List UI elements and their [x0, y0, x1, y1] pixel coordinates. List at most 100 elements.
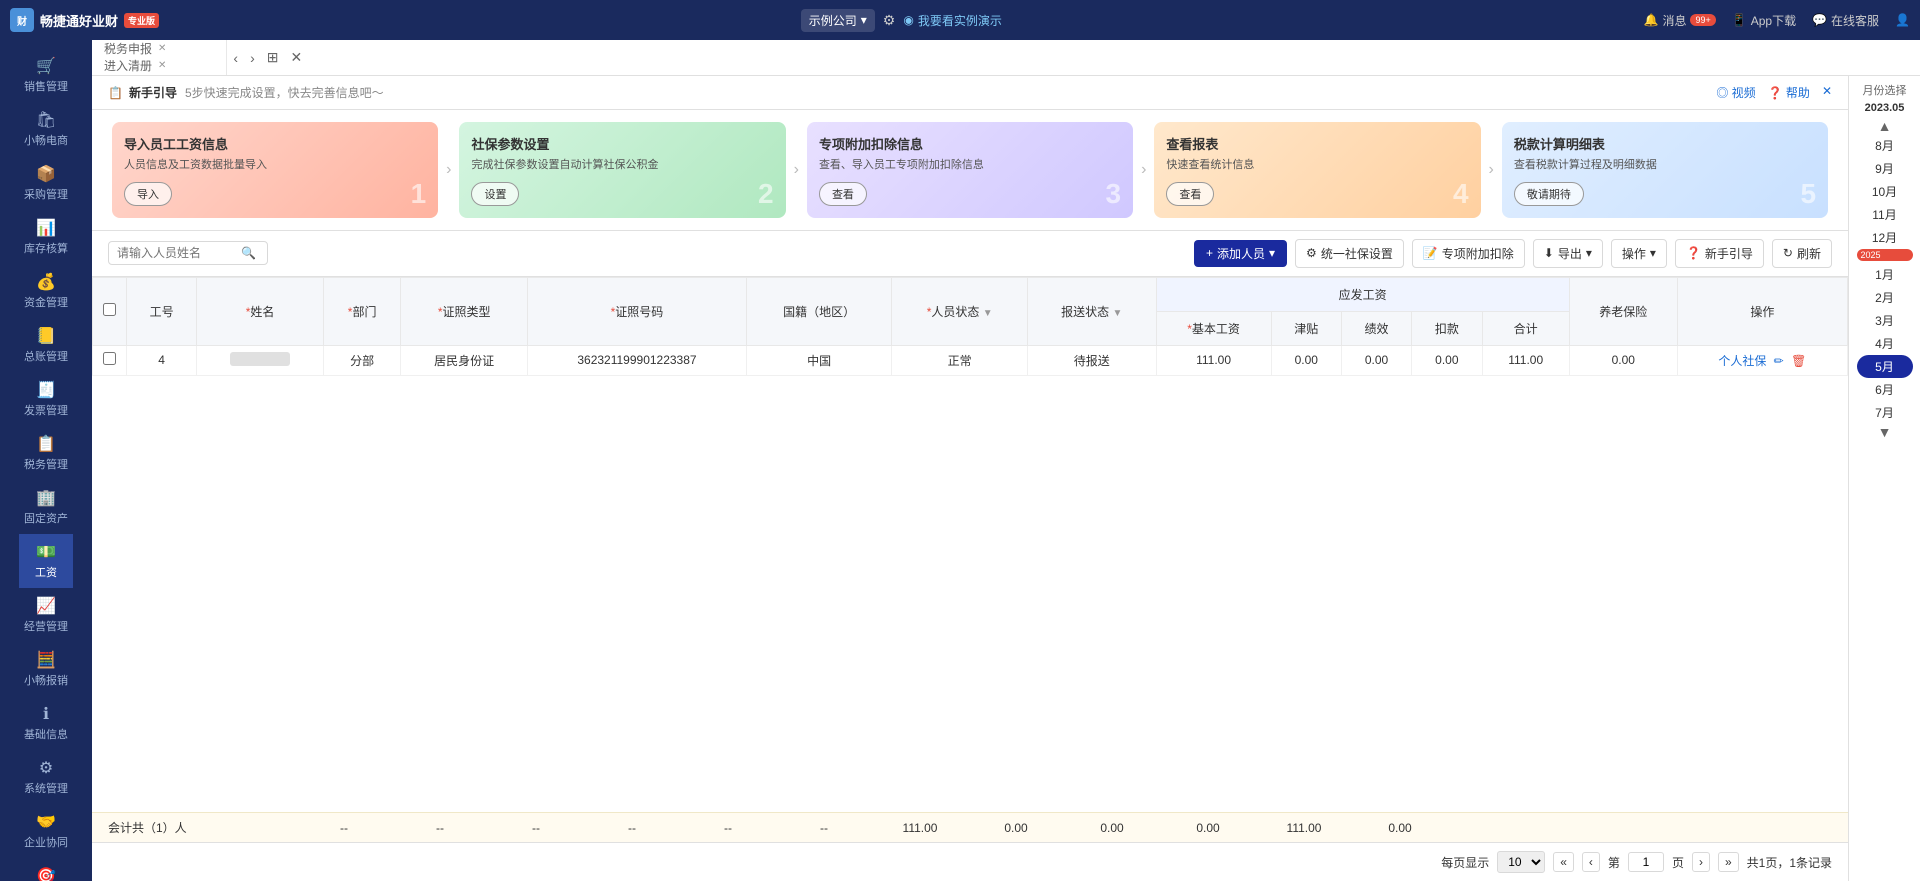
- sidebar-item-inventory[interactable]: 📊 库存核算: [19, 210, 73, 264]
- month-item-4月[interactable]: 4月: [1857, 332, 1913, 355]
- footer-allowance-total: 0.00: [976, 821, 1056, 835]
- sidebar-item-tax[interactable]: 📋 税务管理: [19, 426, 73, 480]
- refresh-button[interactable]: ↻ 刷新: [1772, 239, 1832, 268]
- sidebar-item-salary[interactable]: 💵 工资: [19, 534, 73, 588]
- row-id-number: 36232119990122338​7: [527, 345, 746, 375]
- row-checkbox[interactable]: [103, 352, 116, 365]
- guide-close-icon[interactable]: ✕: [1822, 84, 1832, 101]
- step-title-2: 社保参数设置: [471, 134, 773, 153]
- sidebar-item-assets[interactable]: 🏢 固定资产: [19, 480, 73, 534]
- month-item-9月[interactable]: 9月: [1857, 157, 1913, 180]
- guide-help-link[interactable]: ❓ 帮助: [1768, 84, 1810, 101]
- month-item-12月[interactable]: 12月: [1857, 226, 1913, 249]
- footer-dash4: --: [592, 821, 672, 835]
- month-item-5月[interactable]: 5月: [1857, 355, 1913, 378]
- table-toolbar: 🔍 + 添加人员 ▾ ⚙ 统一社保设置: [92, 231, 1848, 277]
- online-service-button[interactable]: 💬 在线客服: [1812, 12, 1879, 29]
- th-job-number: 工号: [127, 277, 197, 345]
- sidebar-item-ecommerce[interactable]: 🛍 小畅电商: [19, 102, 73, 156]
- tab-tax_report[interactable]: 税务申报 ✕: [92, 40, 227, 57]
- page-input[interactable]: [1628, 852, 1664, 872]
- month-year: 2023.05: [1865, 102, 1905, 114]
- sidebar-item-basic[interactable]: ℹ 基础信息: [19, 696, 73, 750]
- tab-close-clearance[interactable]: ✕: [158, 60, 166, 71]
- top-bar: 财 畅捷通好业财 专业版 示例公司 ▾ ⚙ ◉ 我要看实例演示 🔔 消息 99+: [0, 0, 1920, 40]
- sidebar-item-purchase[interactable]: 📦 采购管理: [19, 156, 73, 210]
- sidebar-label-tax: 税务管理: [24, 456, 68, 472]
- page-size-select[interactable]: 10 20 50: [1497, 851, 1545, 873]
- enterprise-icon: 🤝: [36, 812, 56, 832]
- sidebar-item-sales[interactable]: 🛒 销售管理: [19, 48, 73, 102]
- tab-close-tax_report[interactable]: ✕: [158, 43, 166, 54]
- app-download-label: App下载: [1751, 12, 1796, 29]
- guide-subtitle-text: 5步快速完成设置，快去完善信息吧～: [185, 84, 384, 101]
- month-item-11月[interactable]: 11月: [1857, 203, 1913, 226]
- sidebar-item-invoice[interactable]: 🧾 发票管理: [19, 372, 73, 426]
- status-filter-icon[interactable]: ▼: [983, 308, 993, 319]
- sidebar-item-system[interactable]: ⚙ 系统管理: [19, 750, 73, 804]
- step-card-4: 查看报表 快速查看统计信息 查看 4: [1154, 122, 1480, 218]
- action-edit[interactable]: ✏: [1774, 354, 1784, 368]
- step-button-3[interactable]: 查看: [819, 182, 867, 206]
- unified-settings-button[interactable]: ⚙ 统一社保设置: [1295, 239, 1404, 268]
- tab-close-all[interactable]: ✕: [284, 49, 308, 66]
- select-all-checkbox[interactable]: [103, 303, 116, 316]
- month-item-1月[interactable]: 1月: [1857, 263, 1913, 286]
- month-item-6月[interactable]: 6月: [1857, 378, 1913, 401]
- logo-icon: 财: [10, 8, 34, 32]
- step-number-5: 5: [1800, 178, 1816, 210]
- action-delete[interactable]: 🗑: [1791, 354, 1806, 368]
- demo-link[interactable]: ◉ 我要看实例演示: [903, 12, 1002, 29]
- step-button-1[interactable]: 导入: [124, 182, 172, 206]
- sidebar: 🛒 销售管理 🛍 小畅电商 📦 采购管理 📊 库存核算 💰 资金管理 📒 总账管…: [0, 40, 92, 881]
- report-filter-icon[interactable]: ▼: [1113, 308, 1123, 319]
- month-item-10月[interactable]: 10月: [1857, 180, 1913, 203]
- month-panel-title: 月份选择: [1863, 82, 1907, 98]
- action-personal-social[interactable]: 个人社保: [1718, 354, 1766, 368]
- month-down-nav[interactable]: ▼: [1878, 424, 1892, 440]
- search-input[interactable]: [117, 246, 237, 260]
- sidebar-item-enterprise[interactable]: 🤝 企业协同: [19, 804, 73, 858]
- th-id-type: *证照类型: [401, 277, 528, 345]
- new-guide-button[interactable]: ❓ 新手引导: [1675, 239, 1764, 268]
- month-item-8月[interactable]: 8月: [1857, 134, 1913, 157]
- app-download-button[interactable]: 📱 App下载: [1732, 12, 1796, 29]
- step-button-5[interactable]: 敬请期待: [1514, 182, 1584, 206]
- sidebar-item-report[interactable]: 🧮 小畅报销: [19, 642, 73, 696]
- step-button-4[interactable]: 查看: [1166, 182, 1214, 206]
- guide-video-link[interactable]: ◎ 视频: [1716, 84, 1755, 101]
- footer-pension-total: 0.00: [1360, 821, 1440, 835]
- operations-button[interactable]: 操作 ▾: [1611, 239, 1667, 268]
- row-department: 分部: [323, 345, 401, 375]
- sidebar-item-guide[interactable]: 🎯 新手引导: [19, 858, 73, 881]
- page-next-button[interactable]: ›: [1692, 852, 1710, 872]
- sidebar-item-finance[interactable]: 💰 资金管理: [19, 264, 73, 318]
- step-button-2[interactable]: 设置: [471, 182, 519, 206]
- month-item-3月[interactable]: 3月: [1857, 309, 1913, 332]
- tab-clearance[interactable]: 进入清册 ✕: [92, 57, 227, 74]
- company-name: 示例公司: [809, 12, 857, 29]
- add-person-button[interactable]: + 添加人员 ▾: [1194, 240, 1287, 267]
- settings-icon[interactable]: ⚙: [883, 12, 896, 29]
- export-button[interactable]: ⬇ 导出 ▾: [1533, 239, 1603, 268]
- month-item-2月[interactable]: 2月: [1857, 286, 1913, 309]
- top-bar-right: 🔔 消息 99+ 📱 App下载 💬 在线客服 👤: [1644, 12, 1910, 29]
- company-selector[interactable]: 示例公司 ▾: [801, 9, 875, 32]
- page-first-button[interactable]: «: [1553, 852, 1574, 872]
- month-item-7月[interactable]: 7月: [1857, 401, 1913, 424]
- salary-table: 工号 *姓名 *部门 *证照类型 *证照号码 国籍（地区） *人员状态 ▼ 报送…: [92, 277, 1848, 376]
- tab-nav-more[interactable]: ⊞: [261, 49, 285, 66]
- month-up-nav[interactable]: ▲: [1878, 118, 1892, 134]
- sidebar-item-operations[interactable]: 📈 经营管理: [19, 588, 73, 642]
- step-desc-4: 快速查看统计信息: [1166, 157, 1468, 174]
- page-last-button[interactable]: »: [1718, 852, 1739, 872]
- tab-nav-prev[interactable]: ‹: [227, 50, 244, 66]
- page-prev-button[interactable]: ‹: [1582, 852, 1600, 872]
- tab-nav-next[interactable]: ›: [244, 50, 261, 66]
- addon-deduction-button[interactable]: 📝 专项附加扣除: [1412, 239, 1525, 268]
- sidebar-item-accounting[interactable]: 📒 总账管理: [19, 318, 73, 372]
- row-id-type: 居民身份证: [401, 345, 528, 375]
- notification-button[interactable]: 🔔 消息 99+: [1644, 12, 1716, 29]
- user-avatar[interactable]: 👤: [1895, 13, 1910, 27]
- tab-bar: 首页 分层经营 ✕ 客户联络 ✕ 引导说明 ✕ 邀请下游客户 ✕ 往来单位商品编…: [92, 40, 1920, 76]
